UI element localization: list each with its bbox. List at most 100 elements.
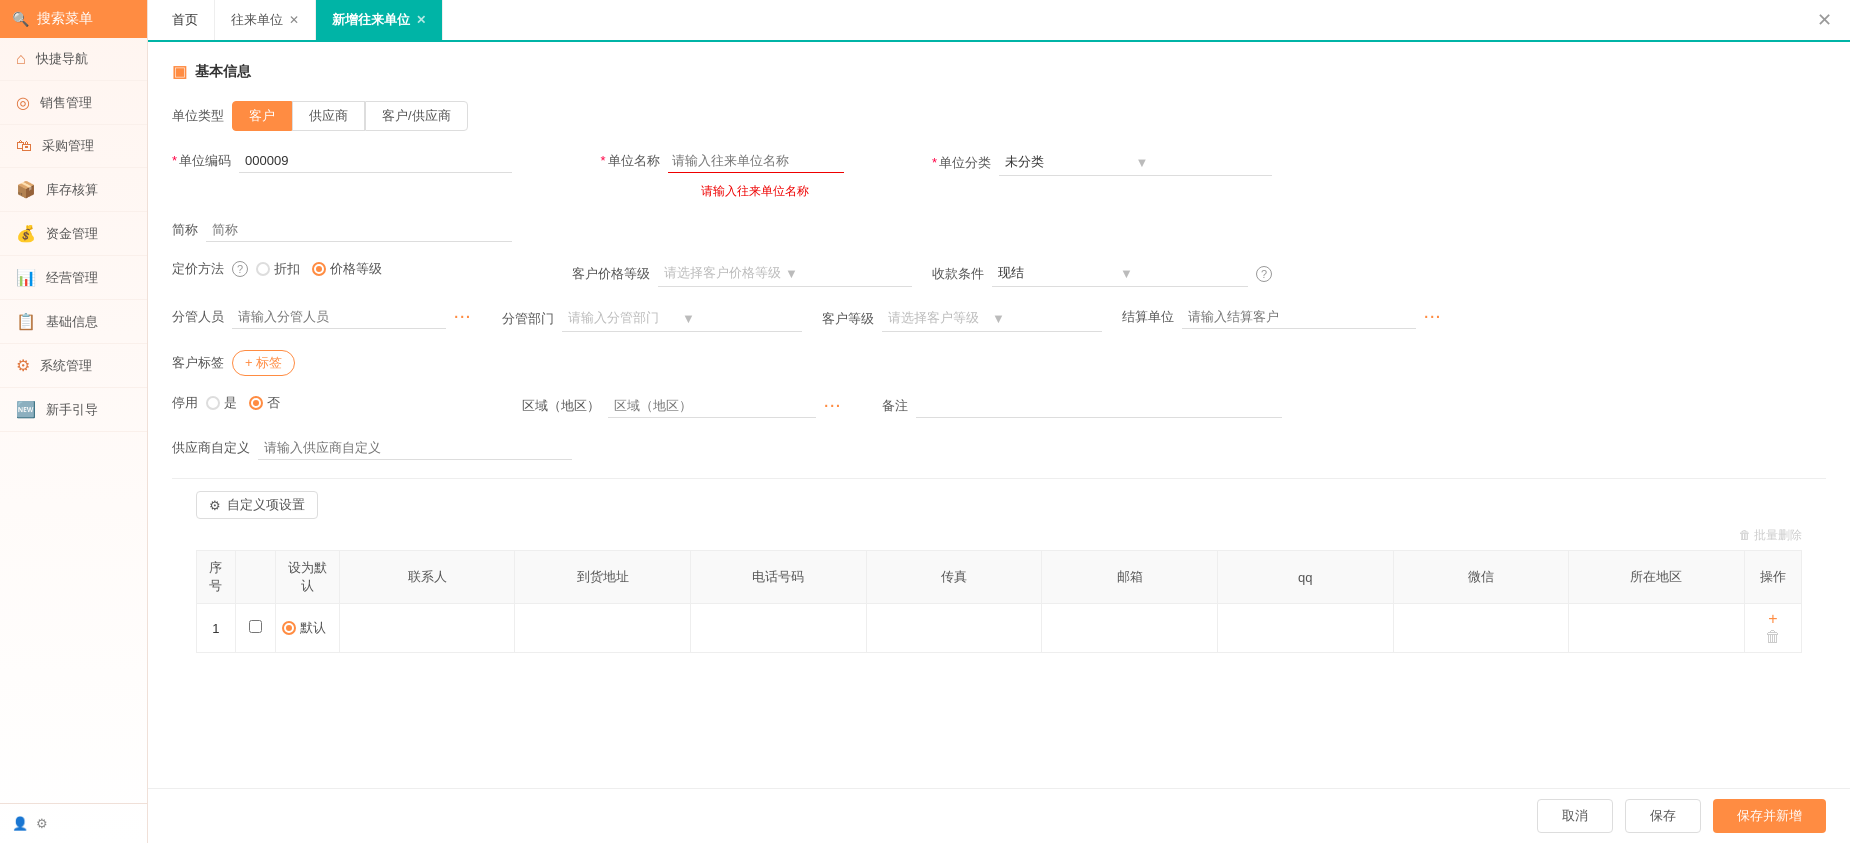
- settlement-label: 结算单位: [1122, 308, 1174, 326]
- dept-select[interactable]: 请输入分管部门 ▼: [562, 305, 802, 332]
- pricing-radio-group: 折扣 价格等级: [256, 260, 382, 278]
- sidebar-item-finance[interactable]: 💰 资金管理: [0, 212, 147, 256]
- unit-code-field: *单位编码: [172, 149, 512, 173]
- region-more-btn[interactable]: ···: [824, 398, 842, 414]
- cell-phone[interactable]: [691, 604, 867, 653]
- settlement-more-btn[interactable]: ···: [1424, 309, 1442, 325]
- unit-name-input[interactable]: [668, 149, 844, 172]
- search-menu[interactable]: 🔍 搜索菜单: [0, 0, 147, 38]
- qq-input[interactable]: [1224, 621, 1387, 636]
- customer-tag-label: 客户标签: [172, 354, 224, 372]
- manager-field: 分管人员 ···: [172, 305, 472, 329]
- customer-price-select[interactable]: 请选择客户价格等级 ▼: [658, 260, 912, 287]
- cell-wechat[interactable]: [1393, 604, 1569, 653]
- cell-contact[interactable]: [339, 604, 515, 653]
- chevron-down-icon-4: ▼: [682, 311, 796, 326]
- gear-icon: ⚙: [209, 498, 221, 513]
- customer-tag-row: 客户标签 + 标签: [172, 350, 1826, 376]
- remark-input[interactable]: [916, 394, 1282, 418]
- unit-code-input[interactable]: [239, 149, 512, 173]
- add-tag-button[interactable]: + 标签: [232, 350, 295, 376]
- radio-discount[interactable]: 折扣: [256, 260, 300, 278]
- tab-new-partner[interactable]: 新增往来单位 ✕: [316, 0, 443, 40]
- dept-label: 分管部门: [502, 310, 554, 328]
- short-name-label: 简称: [172, 221, 198, 239]
- pricing-row: 定价方法 ? 折扣 价格等级 客户价格等级 请选择客户价格等: [172, 260, 1826, 287]
- cancel-button[interactable]: 取消: [1537, 799, 1613, 833]
- custom-settings-button[interactable]: ⚙ 自定义项设置: [196, 491, 318, 519]
- settlement-field: 结算单位 ···: [1122, 305, 1442, 329]
- home-icon: ⌂: [16, 50, 26, 68]
- region-label: 区域（地区）: [522, 397, 600, 415]
- table-add-button[interactable]: +: [1764, 610, 1781, 628]
- row-region-input[interactable]: [1575, 621, 1738, 636]
- col-fax: 传真: [866, 551, 1042, 604]
- cell-region[interactable]: [1569, 604, 1745, 653]
- customer-grade-select[interactable]: 请选择客户等级 ▼: [882, 305, 1102, 332]
- close-partner-list-tab[interactable]: ✕: [289, 13, 299, 27]
- batch-delete-icon: 🗑: [1739, 528, 1751, 542]
- disabled-row: 停用 是 否 区域（地区） ··· 备注: [172, 394, 1826, 418]
- row-checkbox[interactable]: [249, 620, 262, 633]
- disabled-radio-group: 是 否: [206, 394, 280, 412]
- contact-input[interactable]: [346, 621, 509, 636]
- manager-more-btn[interactable]: ···: [454, 309, 472, 325]
- sidebar-item-operations[interactable]: 📊 经营管理: [0, 256, 147, 300]
- unit-type-buttons: 客户 供应商 客户/供应商: [232, 101, 468, 131]
- sidebar: 🔍 搜索菜单 ⌂ 快捷导航 ◎ 销售管理 🛍 采购管理 📦 库存核算 💰 资金管…: [0, 0, 148, 843]
- type-btn-supplier[interactable]: 供应商: [292, 101, 365, 131]
- pricing-help-icon[interactable]: ?: [232, 261, 248, 277]
- sidebar-item-basic-info[interactable]: 📋 基础信息: [0, 300, 147, 344]
- save-and-new-button[interactable]: 保存并新增: [1713, 799, 1826, 833]
- unit-type-row: 单位类型 客户 供应商 客户/供应商: [172, 101, 1826, 131]
- wechat-input[interactable]: [1400, 621, 1563, 636]
- col-checkbox: [235, 551, 275, 604]
- table-del-button[interactable]: 🗑: [1761, 628, 1785, 646]
- short-name-input[interactable]: [206, 218, 512, 242]
- sidebar-item-sales[interactable]: ◎ 销售管理: [0, 81, 147, 125]
- settlement-input[interactable]: [1182, 305, 1416, 329]
- phone-input[interactable]: [697, 621, 860, 636]
- col-wechat: 微信: [1393, 551, 1569, 604]
- unit-type-label: 单位类型: [172, 107, 224, 125]
- payment-terms-select[interactable]: 现结 ▼: [992, 260, 1248, 287]
- finance-icon: 💰: [16, 224, 36, 243]
- sidebar-item-system[interactable]: ⚙ 系统管理: [0, 344, 147, 388]
- col-default: 设为默认: [275, 551, 339, 604]
- payment-help-icon[interactable]: ?: [1256, 266, 1272, 282]
- cell-email[interactable]: [1042, 604, 1218, 653]
- pricing-method-field: 定价方法 ? 折扣 价格等级: [172, 260, 552, 278]
- cell-fax[interactable]: [866, 604, 1042, 653]
- customer-grade-label: 客户等级: [822, 310, 874, 328]
- default-radio[interactable]: 默认: [282, 619, 333, 637]
- supplier-custom-input[interactable]: [258, 436, 572, 460]
- region-input[interactable]: [608, 394, 816, 418]
- cell-qq[interactable]: [1217, 604, 1393, 653]
- sidebar-item-quick-nav[interactable]: ⌂ 快捷导航: [0, 38, 147, 81]
- radio-disabled-no[interactable]: 否: [249, 394, 280, 412]
- radio-disabled-yes[interactable]: 是: [206, 394, 237, 412]
- cell-address[interactable]: [515, 604, 691, 653]
- manager-input[interactable]: [232, 305, 446, 329]
- address-input[interactable]: [521, 621, 684, 636]
- sidebar-item-purchase[interactable]: 🛍 采购管理: [0, 125, 147, 168]
- unit-category-select[interactable]: 未分类 ▼: [999, 149, 1272, 176]
- fax-input[interactable]: [873, 621, 1036, 636]
- radio-grade[interactable]: 价格等级: [312, 260, 382, 278]
- form-content: ▣ 基本信息 单位类型 客户 供应商 客户/供应商 *单位编码 *单位: [148, 42, 1850, 788]
- sidebar-item-inventory[interactable]: 📦 库存核算: [0, 168, 147, 212]
- type-btn-both[interactable]: 客户/供应商: [365, 101, 468, 131]
- sidebar-item-guide[interactable]: 🆕 新手引导: [0, 388, 147, 432]
- sidebar-footer: 👤 ⚙: [0, 803, 147, 843]
- tab-home[interactable]: 首页: [156, 0, 215, 40]
- email-input[interactable]: [1048, 621, 1211, 636]
- cell-checkbox[interactable]: [235, 604, 275, 653]
- unit-category-label: *单位分类: [932, 154, 991, 172]
- tab-partner-list[interactable]: 往来单位 ✕: [215, 0, 316, 40]
- close-new-partner-tab[interactable]: ✕: [416, 13, 426, 27]
- dept-field: 分管部门 请输入分管部门 ▼: [502, 305, 802, 332]
- type-btn-customer[interactable]: 客户: [232, 101, 292, 131]
- save-button[interactable]: 保存: [1625, 799, 1701, 833]
- close-all-tabs[interactable]: ✕: [1807, 9, 1842, 31]
- system-icon: ⚙: [16, 356, 30, 375]
